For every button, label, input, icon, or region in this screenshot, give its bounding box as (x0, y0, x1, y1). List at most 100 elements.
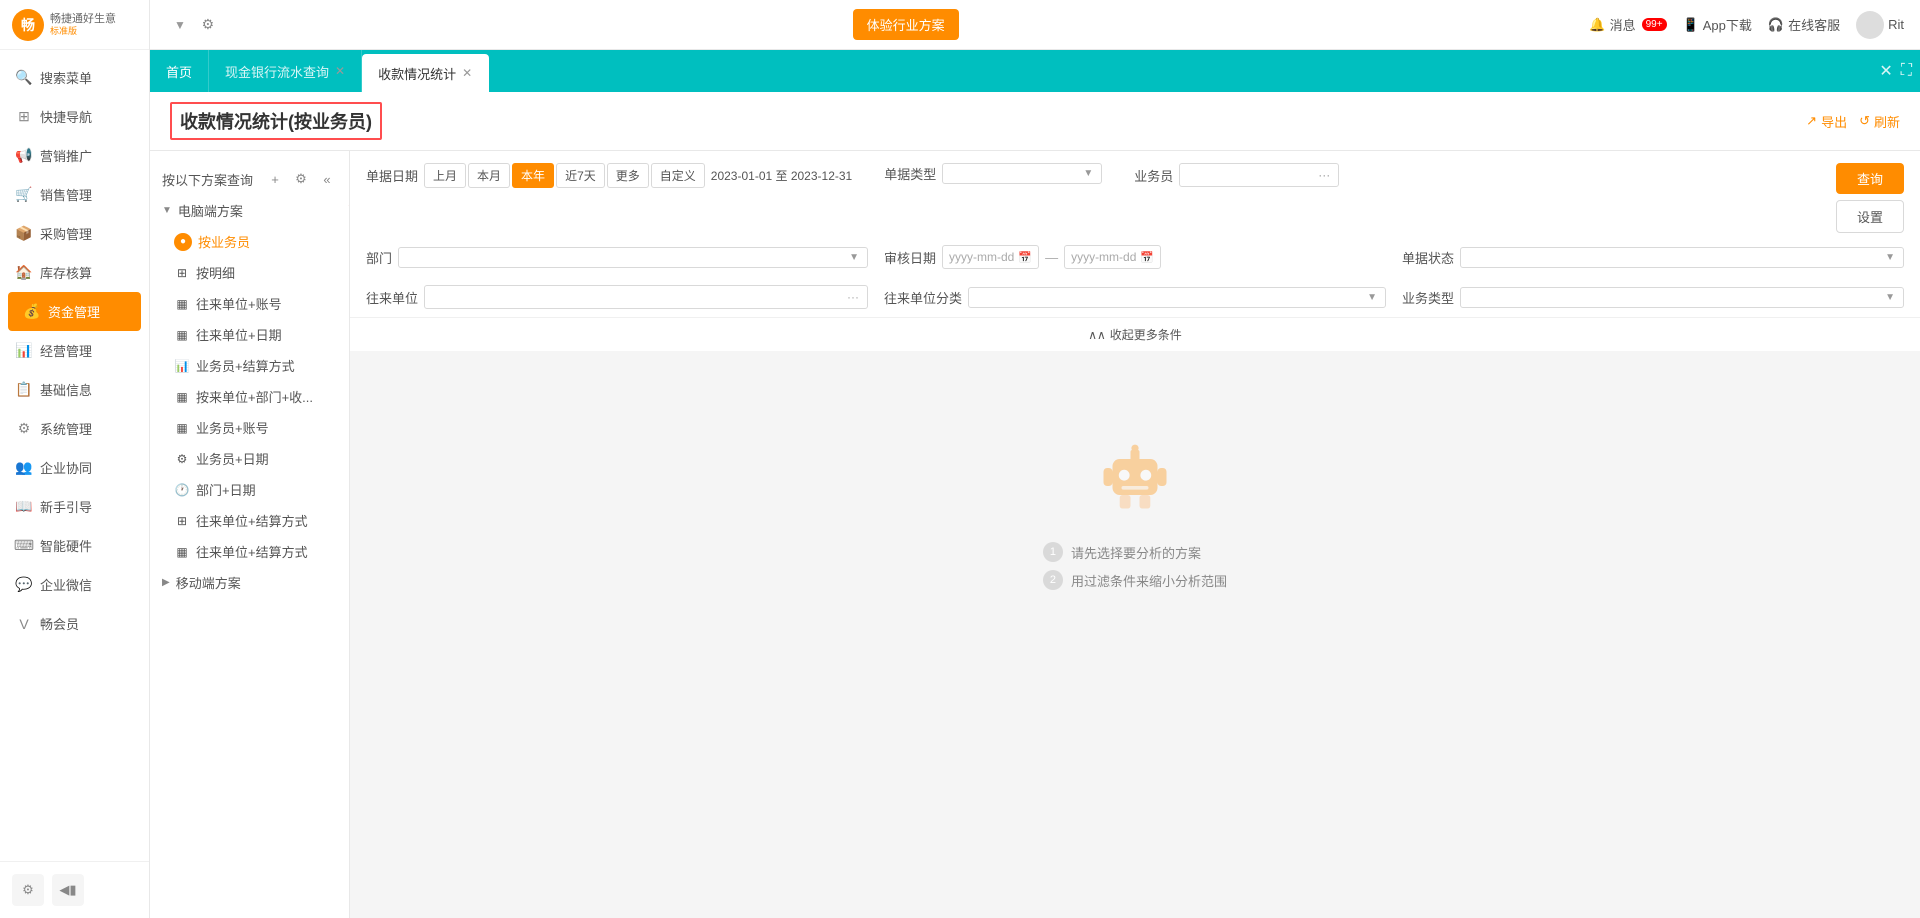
tree-item-salesman-settlement[interactable]: 📊 业务员+结算方式 (150, 350, 349, 381)
sidebar-item-operations[interactable]: 📊 经营管理 (0, 331, 149, 370)
app-download-btn[interactable]: 📱 App下载 (1683, 15, 1752, 34)
sidebar-item-system[interactable]: ⚙ 系统管理 (0, 409, 149, 448)
tree-pc-group-title[interactable]: ▼ 电脑端方案 (150, 195, 349, 226)
sidebar-item-sales[interactable]: 🛒 销售管理 (0, 175, 149, 214)
partner-select[interactable]: ··· (424, 285, 868, 309)
review-date-to-input[interactable]: yyyy-mm-dd 📅 (1064, 245, 1161, 269)
sidebar-item-guide[interactable]: 📖 新手引导 (0, 487, 149, 526)
date-btn-more[interactable]: 更多 (607, 163, 649, 188)
refresh-btn[interactable]: ↺ 刷新 (1859, 112, 1900, 131)
warehouse-icon: 🏠 (16, 265, 32, 281)
set-btn[interactable]: 设置 (1836, 200, 1904, 233)
tab-bank-flow-close[interactable]: ✕ (335, 64, 345, 78)
user-info[interactable]: Rit (1856, 11, 1904, 39)
wallet-icon: 💰 (24, 304, 40, 320)
messages-btn[interactable]: 🔔 消息 99+ (1589, 15, 1666, 34)
avatar (1856, 11, 1884, 39)
tab-bar-maximize-icon[interactable]: ⛶ (1901, 62, 1912, 80)
sidebar-item-search-menu[interactable]: 🔍 搜索菜单 (0, 58, 149, 97)
review-date-from-input[interactable]: yyyy-mm-dd 📅 (942, 245, 1039, 269)
tab-receipt-stat-label: 收款情况统计 (378, 64, 456, 83)
query-btn[interactable]: 查询 (1836, 163, 1904, 194)
tab-receipt-stat[interactable]: 收款情况统计 ✕ (362, 54, 489, 92)
header-chevron-icon[interactable]: ▼ (174, 18, 186, 32)
tree-label-partner-settlement1: 往来单位+结算方式 (196, 511, 308, 530)
sidebar-item-quick-nav[interactable]: ⊞ 快捷导航 (0, 97, 149, 136)
sidebar-item-basics[interactable]: 📋 基础信息 (0, 370, 149, 409)
tab-receipt-stat-close[interactable]: ✕ (462, 66, 472, 80)
tree-item-partner-settlement2[interactable]: ▦ 往来单位+结算方式 (150, 536, 349, 567)
step-2-text: 用过滤条件来缩小分析范围 (1071, 571, 1227, 590)
tree-arrow-icon: ▼ (162, 205, 172, 216)
collapse-btn[interactable]: ∧∧ 收起更多条件 (1088, 326, 1182, 343)
tree-label-dept-date: 部门+日期 (196, 480, 256, 499)
table-icon-5: ▦ (174, 544, 190, 560)
add-scheme-btn[interactable]: + (265, 169, 285, 189)
tree-item-partner-date[interactable]: ▦ 往来单位+日期 (150, 319, 349, 350)
search-icon: 🔍 (16, 70, 32, 86)
collapse-sidebar-btn[interactable]: ◀▮ (52, 874, 84, 906)
page-header: 收款情况统计(按业务员) ↗ 导出 ↺ 刷新 (150, 92, 1920, 151)
header-gear-btn[interactable]: ⚙ (194, 11, 222, 39)
cal-icon-2: 📅 (1140, 251, 1154, 264)
sidebar-item-purchase[interactable]: 📦 采购管理 (0, 214, 149, 253)
tab-home[interactable]: 首页 (150, 50, 209, 92)
date-btn-custom[interactable]: 自定义 (651, 163, 705, 188)
tree-mobile-group-title[interactable]: ▶ 移动端方案 (150, 567, 349, 598)
tree-label-partner-date: 往来单位+日期 (196, 325, 282, 344)
tree-item-dept-date[interactable]: 🕐 部门+日期 (150, 474, 349, 505)
sidebar-label-smart-hardware: 智能硬件 (40, 536, 92, 555)
doc-type-select[interactable]: ▼ (942, 163, 1102, 184)
sidebar-item-finance[interactable]: 💰 资金管理 (8, 292, 141, 331)
online-service-btn[interactable]: 🎧 在线客服 (1768, 15, 1840, 34)
date-btn-this-month[interactable]: 本月 (468, 163, 510, 188)
tab-bank-flow[interactable]: 现金银行流水查询 ✕ (209, 50, 362, 92)
sidebar-label-cooperation: 企业协同 (40, 458, 92, 477)
tree-label-partner-settlement2: 往来单位+结算方式 (196, 542, 308, 561)
biz-type-select[interactable]: ▼ (1460, 287, 1904, 308)
sidebar-item-member[interactable]: V 畅会员 (0, 604, 149, 643)
sidebar-item-smart-hardware[interactable]: ⌨ 智能硬件 (0, 526, 149, 565)
date-btn-this-year[interactable]: 本年 (512, 163, 554, 188)
mobile-group-label: 移动端方案 (176, 573, 241, 592)
date-btn-7days[interactable]: 近7天 (556, 163, 605, 188)
settings-bottom-btn[interactable]: ⚙ (12, 874, 44, 906)
tree-item-partner-account[interactable]: ▦ 往来单位+账号 (150, 288, 349, 319)
tab-bar-close-icon[interactable]: ✕ (1879, 61, 1892, 81)
empty-robot-icon (1090, 432, 1180, 522)
home-icon: ⊞ (16, 109, 32, 125)
trial-button[interactable]: 体验行业方案 (853, 9, 959, 40)
date-btn-last-month[interactable]: 上月 (424, 163, 466, 188)
salesman-label: 业务员 (1134, 166, 1173, 185)
tree-item-partner-settlement1[interactable]: ⊞ 往来单位+结算方式 (150, 505, 349, 536)
logo-icon: 畅 (12, 9, 44, 41)
sidebar-label-operations: 经营管理 (40, 341, 92, 360)
table-icon-2: ▦ (174, 327, 190, 343)
tree-item-salesman-account[interactable]: ▦ 业务员+账号 (150, 412, 349, 443)
partner-category-label: 往来单位分类 (884, 288, 962, 307)
salesman-select[interactable]: ··· (1179, 163, 1339, 187)
sidebar-item-wechat[interactable]: 💬 企业微信 (0, 565, 149, 604)
sidebar-item-inventory[interactable]: 🏠 库存核算 (0, 253, 149, 292)
partner-category-group: 往来单位分类 ▼ (884, 287, 1386, 308)
doc-status-select[interactable]: ▼ (1460, 247, 1904, 268)
top-header: ▼ ⚙ 体验行业方案 🔔 消息 99+ 📱 App下载 🎧 在线客服 (150, 0, 1920, 50)
sidebar-item-cooperation[interactable]: 👥 企业协同 (0, 448, 149, 487)
tree-item-salesman-date[interactable]: ⚙ 业务员+日期 (150, 443, 349, 474)
sidebar-item-marketing[interactable]: 📢 营销推广 (0, 136, 149, 175)
tree-item-by-detail[interactable]: ⊞ 按明细 (150, 257, 349, 288)
biz-type-chevron: ▼ (1885, 292, 1895, 303)
tree-item-by-partner-dept[interactable]: ▦ 按来单位+部门+收... (150, 381, 349, 412)
panel-title: 按以下方案查询 (162, 170, 253, 189)
tree-item-by-salesman[interactable]: ● 按业务员 (150, 226, 349, 257)
partner-category-select[interactable]: ▼ (968, 287, 1386, 308)
scheme-settings-btn[interactable]: ⚙ (291, 169, 311, 189)
tree-label-salesman-account: 业务员+账号 (196, 418, 269, 437)
export-label: 导出 (1821, 112, 1847, 131)
export-btn[interactable]: ↗ 导出 (1806, 112, 1847, 131)
chart-bar-icon: 📊 (174, 358, 190, 374)
sidebar-label-quick-nav: 快捷导航 (40, 107, 92, 126)
wechat-icon: 💬 (16, 577, 32, 593)
dept-select[interactable]: ▼ (398, 247, 868, 268)
collapse-panel-btn[interactable]: « (317, 169, 337, 189)
